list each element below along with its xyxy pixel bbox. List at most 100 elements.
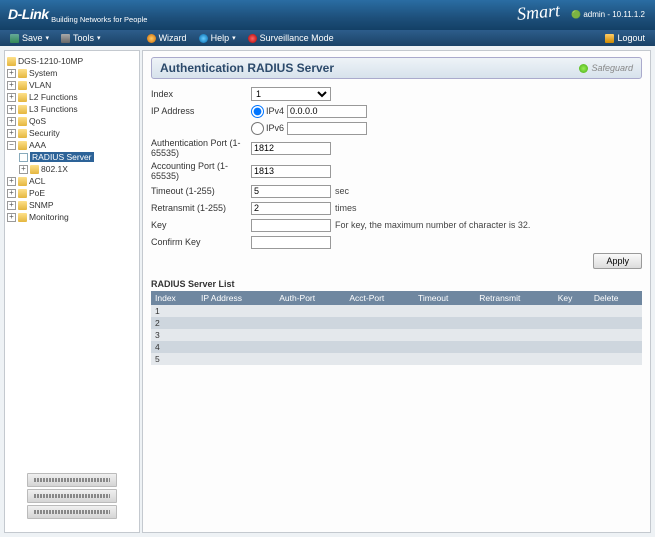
tree-vlan[interactable]: +VLAN (7, 79, 137, 91)
tools-icon (61, 34, 70, 43)
auth-port-input[interactable] (251, 142, 331, 155)
main-menu: Save▾ Tools▾ Wizard Help▾ Surveillance M… (0, 30, 655, 46)
ipv6-input[interactable] (287, 122, 367, 135)
auth-port-label: Authentication Port (1-65535) (151, 138, 251, 158)
folder-icon (18, 81, 27, 90)
folder-icon (18, 177, 27, 186)
col-auth-port: Auth-Port (275, 291, 345, 305)
switch-stack-icon (27, 473, 117, 521)
retransmit-unit: times (335, 203, 357, 213)
tree-aaa[interactable]: −AAA (7, 139, 137, 151)
nav-sidebar: DGS-1210-10MP +System +VLAN +L2 Function… (4, 50, 140, 533)
expand-icon[interactable]: + (7, 189, 16, 198)
index-label: Index (151, 89, 251, 99)
safeguard-icon (579, 64, 588, 73)
surveillance-icon (248, 34, 257, 43)
nav-tree: DGS-1210-10MP +System +VLAN +L2 Function… (5, 51, 139, 462)
expand-icon[interactable]: + (19, 165, 28, 174)
page-icon (19, 153, 28, 162)
col-ip: IP Address (197, 291, 275, 305)
acct-port-label: Accounting Port (1-65535) (151, 161, 251, 181)
folder-icon (7, 57, 16, 66)
menu-tools[interactable]: Tools▾ (57, 33, 105, 43)
key-hint: For key, the maximum number of character… (335, 220, 530, 230)
tree-monitoring[interactable]: +Monitoring (7, 211, 137, 223)
expand-icon[interactable]: + (7, 177, 16, 186)
folder-icon (18, 201, 27, 210)
timeout-label: Timeout (1-255) (151, 186, 251, 196)
folder-icon (18, 117, 27, 126)
ip-label: IP Address (151, 106, 251, 116)
brand-logo: D-Link Building Networks for People (8, 6, 147, 24)
key-label: Key (151, 220, 251, 230)
tree-security[interactable]: +Security (7, 127, 137, 139)
tree-8021x[interactable]: +802.1X (7, 163, 137, 175)
expand-icon[interactable]: + (7, 201, 16, 210)
admin-info: 🟢 admin - 10.11.1.2 (571, 10, 645, 19)
ipv4-radio[interactable] (251, 105, 264, 118)
table-row[interactable]: 3 (151, 329, 642, 341)
tree-snmp[interactable]: +SNMP (7, 199, 137, 211)
save-icon (10, 34, 19, 43)
wizard-icon (147, 34, 156, 43)
col-key: Key (554, 291, 590, 305)
menu-help[interactable]: Help▾ (195, 33, 240, 43)
expand-icon[interactable]: + (7, 81, 16, 90)
confirm-key-input[interactable] (251, 236, 331, 249)
help-icon (199, 34, 208, 43)
index-select[interactable]: 1 (251, 87, 331, 101)
radius-form: Index 1 IP Address IPv4 IPv6 Authenticat… (151, 87, 642, 365)
col-index: Index (151, 291, 197, 305)
expand-icon[interactable]: + (7, 93, 16, 102)
acct-port-input[interactable] (251, 165, 331, 178)
menu-logout[interactable]: Logout (601, 33, 649, 43)
table-row[interactable]: 4 (151, 341, 642, 353)
page-title: Authentication RADIUS Server (160, 61, 579, 75)
brand-text: D-Link (8, 6, 49, 22)
col-timeout: Timeout (414, 291, 475, 305)
folder-icon (18, 141, 27, 150)
list-title: RADIUS Server List (151, 279, 642, 289)
expand-icon[interactable]: + (7, 117, 16, 126)
retransmit-label: Retransmit (1-255) (151, 203, 251, 213)
menu-surveillance[interactable]: Surveillance Mode (244, 33, 338, 43)
col-delete: Delete (590, 291, 642, 305)
confirm-key-label: Confirm Key (151, 237, 251, 247)
app-header: D-Link Building Networks for People Smar… (0, 0, 655, 30)
page-titlebar: Authentication RADIUS Server Safeguard (151, 57, 642, 79)
key-input[interactable] (251, 219, 331, 232)
expand-icon[interactable]: + (7, 213, 16, 222)
tree-device[interactable]: DGS-1210-10MP (7, 55, 137, 67)
menu-wizard[interactable]: Wizard (143, 33, 191, 43)
tree-radius-server[interactable]: RADIUS Server (7, 151, 137, 163)
table-row[interactable]: 2 (151, 317, 642, 329)
main-panel: Authentication RADIUS Server Safeguard I… (142, 50, 651, 533)
retransmit-input[interactable] (251, 202, 331, 215)
timeout-input[interactable] (251, 185, 331, 198)
tree-l3[interactable]: +L3 Functions (7, 103, 137, 115)
tree-qos[interactable]: +QoS (7, 115, 137, 127)
table-row[interactable]: 1 (151, 305, 642, 317)
smart-logo: Smart (516, 0, 561, 25)
tree-system[interactable]: +System (7, 67, 137, 79)
menu-save[interactable]: Save▾ (6, 33, 53, 43)
ipv4-input[interactable] (287, 105, 367, 118)
ipv6-radio[interactable] (251, 122, 264, 135)
expand-icon[interactable]: + (7, 69, 16, 78)
folder-icon (18, 213, 27, 222)
tree-poe[interactable]: +PoE (7, 187, 137, 199)
tree-l2[interactable]: +L2 Functions (7, 91, 137, 103)
ipv4-label: IPv4 (266, 106, 284, 116)
folder-icon (18, 69, 27, 78)
col-retransmit: Retransmit (475, 291, 553, 305)
collapse-icon[interactable]: − (7, 141, 16, 150)
expand-icon[interactable]: + (7, 129, 16, 138)
chevron-down-icon: ▾ (46, 34, 50, 42)
folder-icon (30, 165, 39, 174)
brand-tagline: Building Networks for People (51, 15, 147, 24)
tree-acl[interactable]: +ACL (7, 175, 137, 187)
apply-button[interactable]: Apply (593, 253, 642, 269)
radius-server-table: Index IP Address Auth-Port Acct-Port Tim… (151, 291, 642, 365)
table-row[interactable]: 5 (151, 353, 642, 365)
expand-icon[interactable]: + (7, 105, 16, 114)
